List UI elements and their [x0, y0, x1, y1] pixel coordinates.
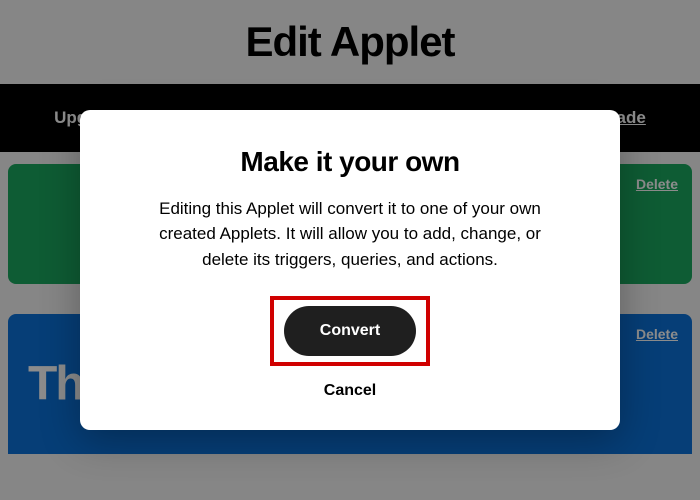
modal-title: Make it your own	[130, 146, 570, 178]
convert-highlight: Convert	[270, 296, 430, 366]
modal-overlay: Make it your own Editing this Applet wil…	[0, 0, 700, 500]
modal-body: Editing this Applet will convert it to o…	[130, 196, 570, 273]
convert-button[interactable]: Convert	[284, 306, 416, 356]
cancel-button[interactable]: Cancel	[324, 382, 376, 400]
modal-dialog: Make it your own Editing this Applet wil…	[80, 110, 620, 431]
